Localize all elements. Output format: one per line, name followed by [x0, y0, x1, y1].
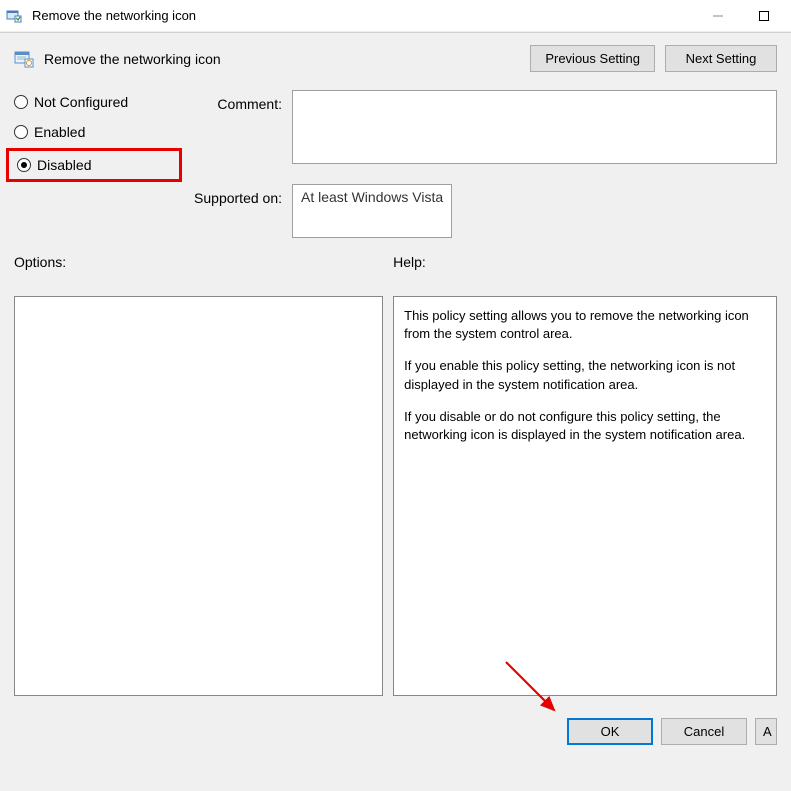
supported-value: At least Windows Vista — [292, 184, 452, 238]
help-box: This policy setting allows you to remove… — [393, 296, 777, 696]
highlight-annotation: Disabled — [6, 148, 182, 182]
help-text-p2: If you enable this policy setting, the n… — [404, 357, 766, 393]
help-panel: Help: This policy setting allows you to … — [393, 254, 777, 696]
next-setting-button[interactable]: Next Setting — [665, 45, 777, 72]
radio-label: Enabled — [34, 124, 85, 140]
comment-row: Comment: — [194, 90, 777, 164]
titlebar: Remove the networking icon — [0, 0, 791, 32]
radio-label: Disabled — [37, 157, 91, 173]
window-title: Remove the networking icon — [32, 8, 695, 23]
radio-dot-icon — [21, 162, 27, 168]
supported-row: Supported on: At least Windows Vista — [194, 184, 777, 238]
fields-column: Comment: Supported on: At least Windows … — [194, 90, 777, 238]
window-controls — [695, 1, 787, 31]
comment-input[interactable] — [292, 90, 777, 164]
options-panel: Options: — [14, 254, 383, 696]
radio-circle-icon — [17, 158, 31, 172]
radio-not-configured[interactable]: Not Configured — [14, 94, 174, 110]
help-text-p3: If you disable or do not configure this … — [404, 408, 766, 444]
radio-disabled[interactable]: Disabled — [17, 157, 171, 173]
minimize-button[interactable] — [695, 1, 741, 31]
policy-icon — [4, 6, 24, 26]
radio-group: Not Configured Enabled Disabled — [14, 90, 174, 238]
ok-button[interactable]: OK — [567, 718, 653, 745]
maximize-button[interactable] — [741, 1, 787, 31]
panels-section: Options: Help: This policy setting allow… — [0, 238, 791, 702]
policy-header-icon — [14, 49, 34, 69]
header-row: Remove the networking icon Previous Sett… — [0, 33, 791, 90]
supported-label: Supported on: — [194, 184, 288, 206]
comment-label: Comment: — [194, 90, 288, 112]
page-title: Remove the networking icon — [44, 51, 520, 67]
radio-label: Not Configured — [34, 94, 128, 110]
dialog-content: Remove the networking icon Previous Sett… — [0, 32, 791, 791]
options-box — [14, 296, 383, 696]
options-label: Options: — [14, 254, 383, 270]
button-row: OK Cancel A — [0, 702, 791, 755]
previous-setting-button[interactable]: Previous Setting — [530, 45, 655, 72]
apply-button[interactable]: A — [755, 718, 777, 745]
radio-circle-icon — [14, 125, 28, 139]
cancel-button[interactable]: Cancel — [661, 718, 747, 745]
radio-circle-icon — [14, 95, 28, 109]
help-text-p1: This policy setting allows you to remove… — [404, 307, 766, 343]
help-label: Help: — [393, 254, 777, 270]
config-section: Not Configured Enabled Disabled Comment: — [0, 90, 791, 238]
radio-enabled[interactable]: Enabled — [14, 124, 174, 140]
